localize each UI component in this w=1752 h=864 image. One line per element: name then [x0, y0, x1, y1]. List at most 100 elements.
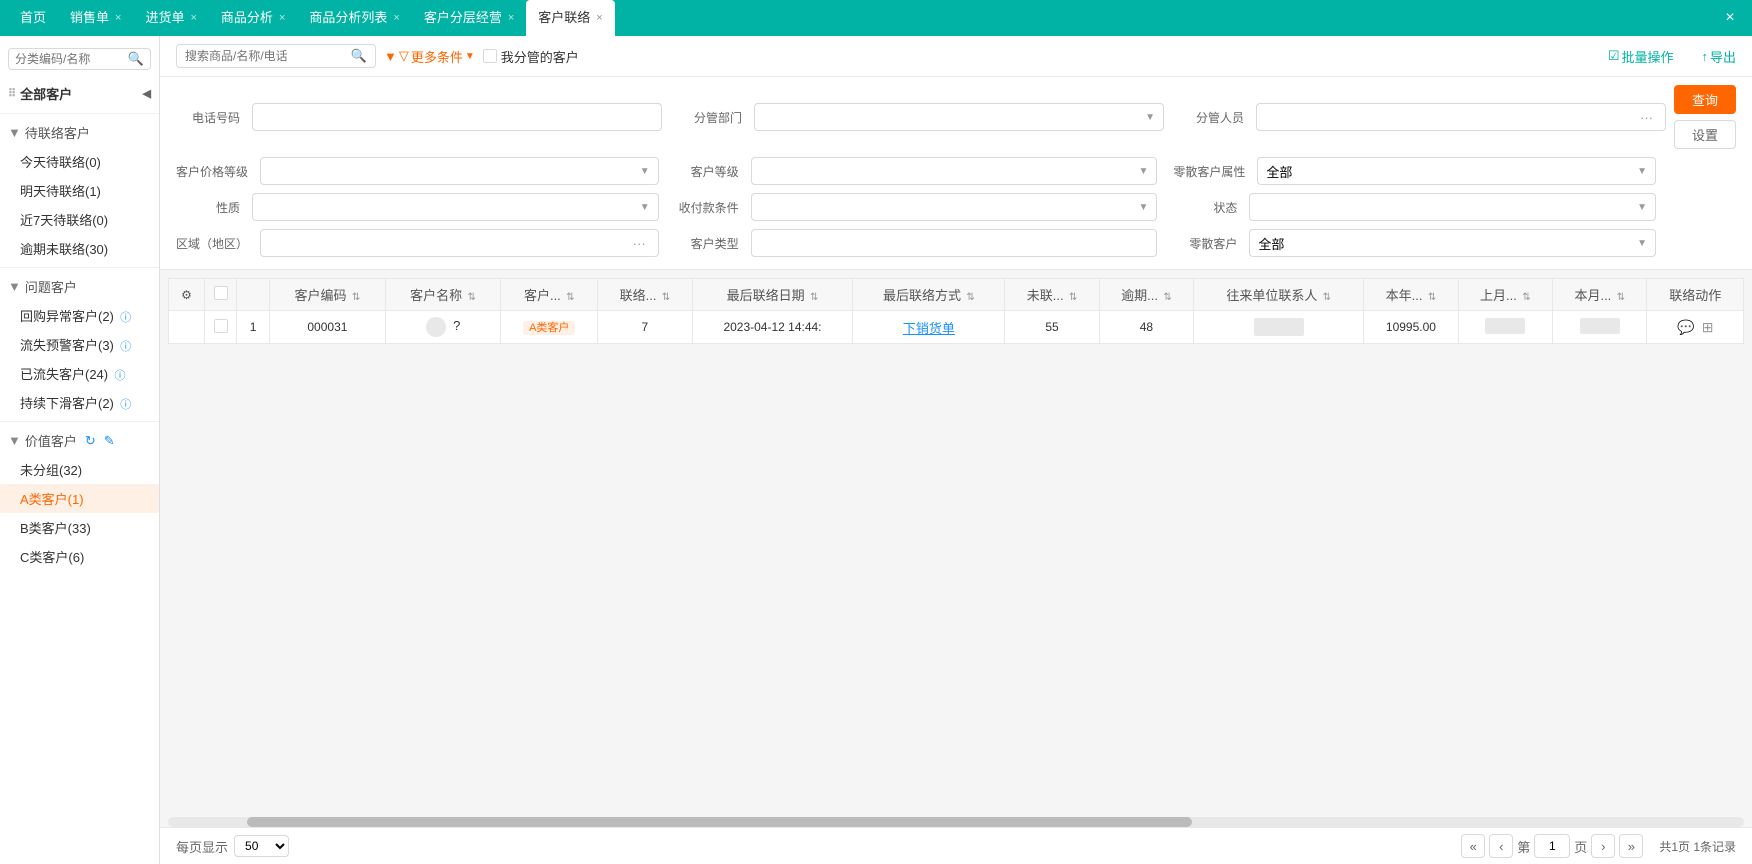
col-last-method[interactable]: 最后联络方式 ⇅ — [853, 279, 1005, 311]
nav-customer-tier[interactable]: 客户分层经营 × — [412, 0, 526, 36]
col-code[interactable]: 客户编码 ⇅ — [270, 279, 386, 311]
col-this-year[interactable]: 本年... ⇅ — [1364, 279, 1458, 311]
sidebar-group-pending[interactable]: ▼ 待联络客户 — [0, 118, 159, 147]
close-customer-tier-tab[interactable]: × — [508, 0, 514, 36]
qr-icon[interactable]: ⊞ — [1702, 319, 1714, 335]
sidebar-item-abnormal-repurchase[interactable]: 回购异常客户(2) ⓘ — [0, 301, 159, 330]
horizontal-scrollbar[interactable] — [160, 817, 1752, 827]
filter-manager: 分管人员 ··· — [1180, 103, 1666, 131]
price-level-select[interactable]: ▼ — [260, 157, 659, 185]
retail-customer-arrow-icon: ▼ — [1637, 238, 1647, 249]
close-customer-contact-tab[interactable]: × — [596, 0, 602, 36]
dept-select[interactable]: ▼ — [754, 103, 1164, 131]
retail-customer-select[interactable]: 全部 ▼ — [1249, 229, 1656, 257]
sidebar-item-c-class[interactable]: C类客户(6) — [0, 542, 159, 571]
sidebar-item-lost[interactable]: 已流失客户(24) ⓘ — [0, 359, 159, 388]
close-sales-tab[interactable]: × — [115, 0, 121, 36]
sidebar-item-ungrouped[interactable]: 未分组(32) — [0, 455, 159, 484]
settings-button[interactable]: 设置 — [1674, 120, 1736, 149]
sidebar-collapse-icon[interactable]: ◀ — [143, 87, 151, 100]
cell-checkbox[interactable] — [205, 311, 237, 344]
sidebar-search-box[interactable]: 🔍 — [8, 48, 151, 70]
sidebar-search-icon[interactable]: 🔍 — [128, 51, 144, 67]
nav-product-analysis-list[interactable]: 商品分析列表 × — [297, 0, 411, 36]
payment-select[interactable]: ▼ — [751, 193, 1158, 221]
scroll-thumb[interactable] — [247, 817, 1193, 827]
close-product-analysis-tab[interactable]: × — [279, 0, 285, 36]
filter-icon: ▽ — [399, 48, 409, 64]
manager-select[interactable]: ··· — [1256, 103, 1666, 131]
region-dots-icon[interactable]: ··· — [629, 236, 650, 251]
status-select[interactable]: ▼ — [1249, 193, 1656, 221]
more-filters-button[interactable]: ▼ ▽ 更多条件 ▼ — [384, 47, 475, 66]
phone-input[interactable] — [252, 103, 662, 131]
cell-last-method[interactable]: 下销货单 — [853, 311, 1005, 344]
col-last-month[interactable]: 上月... ⇅ — [1458, 279, 1552, 311]
row-checkbox[interactable] — [214, 319, 228, 333]
filter-search-icon[interactable]: 🔍 — [351, 48, 367, 64]
batch-operation-button[interactable]: ☑ 批量操作 — [1608, 47, 1674, 66]
col-no-contact[interactable]: 未联... ⇅ — [1005, 279, 1099, 311]
col-gear[interactable]: ⚙ — [169, 279, 205, 311]
col-type[interactable]: 客户... ⇅ — [501, 279, 598, 311]
last-page-button[interactable]: » — [1619, 834, 1643, 858]
prev-page-button[interactable]: ‹ — [1489, 834, 1513, 858]
col-last-date[interactable]: 最后联络日期 ⇅ — [692, 279, 853, 311]
filter-region: 区域（地区） ··· — [176, 229, 659, 257]
status-label: 状态 — [1173, 199, 1243, 216]
manager-label: 分管人员 — [1180, 109, 1250, 126]
chat-icon[interactable]: 💬 — [1677, 319, 1694, 335]
nav-product-analysis[interactable]: 商品分析 × — [209, 0, 297, 36]
close-product-analysis-list-tab[interactable]: × — [393, 0, 399, 36]
sidebar-item-overdue[interactable]: 逾期未联络(30) — [0, 234, 159, 263]
last-method-link[interactable]: 下销货单 — [903, 321, 955, 336]
sort-unit-contact-icon: ⇅ — [1323, 292, 1331, 303]
nav-home[interactable]: 首页 — [8, 0, 58, 36]
customer-level-select[interactable]: ▼ — [751, 157, 1158, 185]
col-checkbox-all[interactable] — [205, 279, 237, 311]
sidebar-all-customers[interactable]: ⠿ 全部客户 ◀ — [0, 78, 159, 109]
export-button[interactable]: ↑ 导出 — [1701, 47, 1736, 66]
sidebar-group-problem[interactable]: ▼ 问题客户 — [0, 272, 159, 301]
close-purchase-tab[interactable]: × — [190, 0, 196, 36]
retail-attr-arrow-icon: ▼ — [1637, 166, 1647, 177]
col-this-month[interactable]: 本月... ⇅ — [1553, 279, 1647, 311]
filter-search-box[interactable]: 🔍 — [176, 44, 376, 68]
value-arrow-icon: ▼ — [8, 433, 21, 448]
sidebar-item-tomorrow[interactable]: 明天待联络(1) — [0, 176, 159, 205]
sort-contact-icon: ⇅ — [662, 292, 670, 303]
page-size-select[interactable]: 50 100 200 — [234, 835, 289, 857]
sidebar-group-value[interactable]: ▼ 价值客户 ↻ ✎ — [0, 426, 159, 455]
manager-dots-icon[interactable]: ··· — [1636, 110, 1657, 125]
nature-select[interactable]: ▼ — [252, 193, 659, 221]
sidebar-item-today[interactable]: 今天待联络(0) — [0, 147, 159, 176]
value-edit-icon[interactable]: ✎ — [104, 433, 115, 449]
retail-attr-select[interactable]: 全部 ▼ — [1257, 157, 1656, 185]
my-customers-checkbox[interactable]: 我分管的客户 — [483, 47, 579, 66]
sidebar-item-b-class[interactable]: B类客户(33) — [0, 513, 159, 542]
region-select[interactable]: ··· — [260, 229, 659, 257]
page-number-input[interactable] — [1534, 834, 1570, 858]
next-page-button[interactable]: › — [1591, 834, 1615, 858]
my-customers-check-icon[interactable] — [483, 49, 497, 63]
col-name[interactable]: 客户名称 ⇅ — [385, 279, 501, 311]
sidebar-item-declining[interactable]: 持续下滑客户(2) ⓘ — [0, 388, 159, 417]
filter-search-input[interactable] — [185, 49, 351, 63]
first-page-button[interactable]: « — [1461, 834, 1485, 858]
nav-sales[interactable]: 销售单 × — [58, 0, 133, 36]
window-close-button[interactable]: × — [1716, 4, 1744, 32]
nav-purchase[interactable]: 进货单 × — [133, 0, 208, 36]
col-unit-contact[interactable]: 往来单位联系人 ⇅ — [1194, 279, 1364, 311]
col-contact-count[interactable]: 联络... ⇅ — [598, 279, 692, 311]
bottom-bar: 每页显示 50 100 200 « ‹ 第 页 › » 共1页 1条记录 — [160, 827, 1752, 864]
sidebar-item-a-class[interactable]: A类客户(1) — [0, 484, 159, 513]
filter-customer-type: 客户类型 — [675, 229, 1158, 257]
sidebar-item-loss-warning[interactable]: 流失预警客户(3) ⓘ — [0, 330, 159, 359]
sidebar-item-7days[interactable]: 近7天待联络(0) — [0, 205, 159, 234]
nav-customer-contact[interactable]: 客户联络 × — [526, 0, 614, 36]
query-button[interactable]: 查询 — [1674, 85, 1736, 114]
value-refresh-icon[interactable]: ↻ — [85, 433, 96, 449]
sidebar-search-input[interactable] — [15, 52, 128, 66]
select-all-checkbox[interactable] — [214, 286, 228, 300]
col-overdue[interactable]: 逾期... ⇅ — [1099, 279, 1193, 311]
